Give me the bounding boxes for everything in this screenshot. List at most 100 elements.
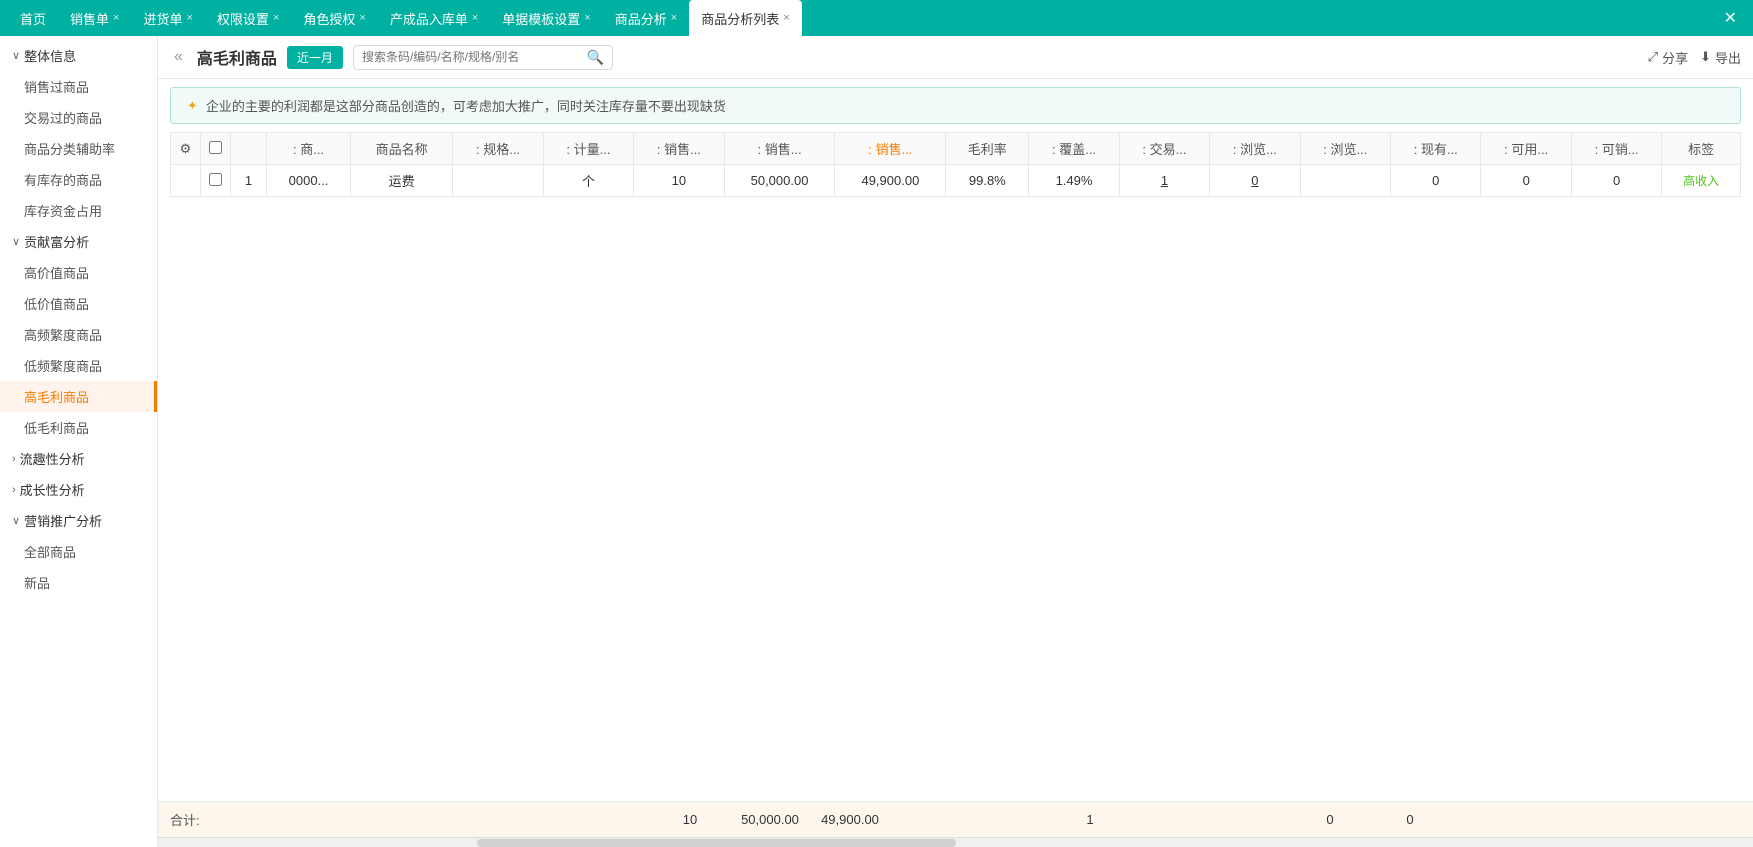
sidebar-item-high-value[interactable]: 高价值商品	[0, 257, 157, 288]
sidebar-item-inventory-goods[interactable]: 有库存的商品	[0, 164, 157, 195]
col-unit-label: : 计量...	[566, 142, 610, 157]
col-header-sales-qty[interactable]: : 销售...	[634, 133, 724, 165]
close-sales-icon[interactable]: ×	[113, 12, 119, 24]
info-banner: ✦ 企业的主要的利润都是这部分商品创造的，可考虑加大推广，同时关注库存量不要出现…	[170, 87, 1741, 124]
sidebar-item-high-freq-label: 高频繁度商品	[24, 328, 102, 343]
sidebar-item-low-freq[interactable]: 低频繁度商品	[0, 350, 157, 381]
sidebar-item-inventory-occupy[interactable]: 库存资金占用	[0, 195, 157, 226]
tab-products-in[interactable]: 产成品入库单 ×	[378, 0, 490, 36]
col-header-unit[interactable]: : 计量...	[543, 133, 633, 165]
col-margin-rate-label: 毛利率	[968, 142, 1007, 157]
sidebar-item-high-margin[interactable]: 高毛利商品	[0, 381, 157, 412]
row-available: 0	[1481, 165, 1571, 197]
sidebar-item-high-margin-label: 高毛利商品	[24, 390, 89, 405]
sidebar-group-financial[interactable]: ∨ 贡献富分析	[0, 226, 157, 257]
transaction-link[interactable]: 1	[1161, 173, 1168, 188]
row-check[interactable]	[201, 165, 231, 197]
info-icon: ✦	[187, 98, 198, 114]
col-header-settings[interactable]: ⚙	[171, 133, 201, 165]
col-header-coverage[interactable]: : 覆盖...	[1029, 133, 1119, 165]
content-panel: « 高毛利商品 近一月 🔍 ⤢ 分享 ⬇ 导出 ✦ 企业的主要的利润都是这部	[158, 36, 1753, 847]
sidebar-item-high-value-label: 高价值商品	[24, 266, 89, 281]
sidebar-item-traded-goods[interactable]: 交易过的商品	[0, 102, 157, 133]
sidebar-item-low-freq-label: 低频繁度商品	[24, 359, 102, 374]
sidebar-item-low-margin[interactable]: 低毛利商品	[0, 412, 157, 443]
scrollbar-thumb[interactable]	[477, 839, 956, 847]
col-header-sales-amount[interactable]: : 销售...	[724, 133, 835, 165]
footer-cells: 10 50,000.00 49,900.00 1 0 0	[250, 812, 1741, 827]
sidebar-item-high-freq[interactable]: 高频繁度商品	[0, 319, 157, 350]
col-header-name[interactable]: 商品名称	[351, 133, 453, 165]
sidebar-group-financial-label: 贡献富分析	[24, 232, 89, 251]
close-analysis-icon[interactable]: ×	[671, 12, 677, 24]
info-banner-text: 企业的主要的利润都是这部分商品创造的，可考虑加大推广，同时关注库存量不要出现缺货	[206, 96, 726, 115]
content-header: « 高毛利商品 近一月 🔍 ⤢ 分享 ⬇ 导出	[158, 36, 1753, 79]
close-window-button[interactable]: ✕	[1716, 8, 1745, 28]
col-header-spec[interactable]: : 规格...	[453, 133, 543, 165]
select-all-checkbox[interactable]	[209, 141, 222, 154]
close-template-icon[interactable]: ×	[584, 12, 590, 24]
sidebar-item-low-value[interactable]: 低价值商品	[0, 288, 157, 319]
sidebar-item-sales-goods-label: 销售过商品	[24, 80, 89, 95]
col-header-code[interactable]: : 商...	[267, 133, 351, 165]
close-roles-icon[interactable]: ×	[359, 12, 365, 24]
col-header-tag[interactable]: 标签	[1662, 133, 1741, 165]
sidebar-group-flow[interactable]: › 流趣性分析	[0, 443, 157, 474]
row-checkbox[interactable]	[209, 173, 222, 186]
close-analysis-list-icon[interactable]: ×	[783, 12, 789, 24]
table-container: ⚙ : 商... 商品名称 : 规格... : 计量.	[158, 132, 1753, 801]
sidebar-item-new-goods[interactable]: 新品	[0, 567, 157, 598]
sidebar-item-all-goods-label: 全部商品	[24, 545, 76, 560]
horizontal-scrollbar[interactable]	[158, 837, 1753, 847]
browse1-link[interactable]: 0	[1251, 173, 1258, 188]
close-products-in-icon[interactable]: ×	[472, 12, 478, 24]
page-title: 高毛利商品	[197, 45, 277, 69]
sidebar-group-overall[interactable]: ∨ 整体信息	[0, 40, 157, 71]
footer-empty-6	[890, 812, 970, 827]
col-sales-qty-label: : 销售...	[657, 142, 701, 157]
footer-sales-profit: 49,900.00	[810, 812, 890, 827]
row-code[interactable]: 0000...	[267, 165, 351, 197]
sidebar-group-growth[interactable]: › 成长性分析	[0, 474, 157, 505]
col-header-current[interactable]: : 现有...	[1391, 133, 1481, 165]
sidebar-item-goods-analysis[interactable]: 商品分类辅助率	[0, 133, 157, 164]
tab-sales[interactable]: 销售单 ×	[58, 0, 131, 36]
share-icon: ⤢	[1648, 49, 1658, 65]
tab-analysis[interactable]: 商品分析 ×	[603, 0, 689, 36]
col-header-margin-rate[interactable]: 毛利率	[946, 133, 1029, 165]
tab-purchase[interactable]: 进货单 ×	[131, 0, 204, 36]
col-header-check[interactable]	[201, 133, 231, 165]
close-purchase-icon[interactable]: ×	[186, 12, 192, 24]
col-header-sales-profit[interactable]: : 销售...	[835, 133, 946, 165]
tab-analysis-list[interactable]: 商品分析列表 ×	[689, 0, 801, 36]
collapse-sidebar-button[interactable]: «	[170, 44, 187, 70]
col-header-browse2[interactable]: : 浏览...	[1300, 133, 1390, 165]
period-button[interactable]: 近一月	[287, 46, 343, 69]
tab-roles[interactable]: 角色授权 ×	[291, 0, 377, 36]
tab-template[interactable]: 单据模板设置 ×	[490, 0, 602, 36]
row-name: 运费	[351, 165, 453, 197]
col-header-sellable[interactable]: : 可销...	[1571, 133, 1661, 165]
col-coverage-label: : 覆盖...	[1052, 142, 1096, 157]
col-header-transaction[interactable]: : 交易...	[1119, 133, 1209, 165]
share-button[interactable]: ⤢ 分享	[1648, 48, 1688, 67]
sidebar-group-marketing[interactable]: ∨ 营销推广分析	[0, 505, 157, 536]
tab-home[interactable]: 首页	[8, 0, 58, 36]
tab-analysis-label: 商品分析	[615, 9, 667, 28]
row-transaction: 1	[1119, 165, 1209, 197]
sidebar-item-sales-goods[interactable]: 销售过商品	[0, 71, 157, 102]
search-icon[interactable]: 🔍	[587, 49, 604, 66]
row-unit: 个	[543, 165, 633, 197]
close-permissions-icon[interactable]: ×	[273, 12, 279, 24]
export-button[interactable]: ⬇ 导出	[1700, 48, 1741, 67]
tab-purchase-label: 进货单	[143, 9, 182, 28]
export-icon: ⬇	[1700, 49, 1711, 65]
tab-template-label: 单据模板设置	[502, 9, 580, 28]
footer-empty-7	[970, 812, 1050, 827]
sidebar-item-all-goods[interactable]: 全部商品	[0, 536, 157, 567]
tab-permissions[interactable]: 权限设置 ×	[205, 0, 291, 36]
col-header-browse1[interactable]: : 浏览...	[1210, 133, 1300, 165]
col-header-available[interactable]: : 可用...	[1481, 133, 1571, 165]
top-nav-bar: 首页 销售单 × 进货单 × 权限设置 × 角色授权 × 产成品入库单 × 单据…	[0, 0, 1753, 36]
search-input[interactable]	[362, 50, 583, 64]
